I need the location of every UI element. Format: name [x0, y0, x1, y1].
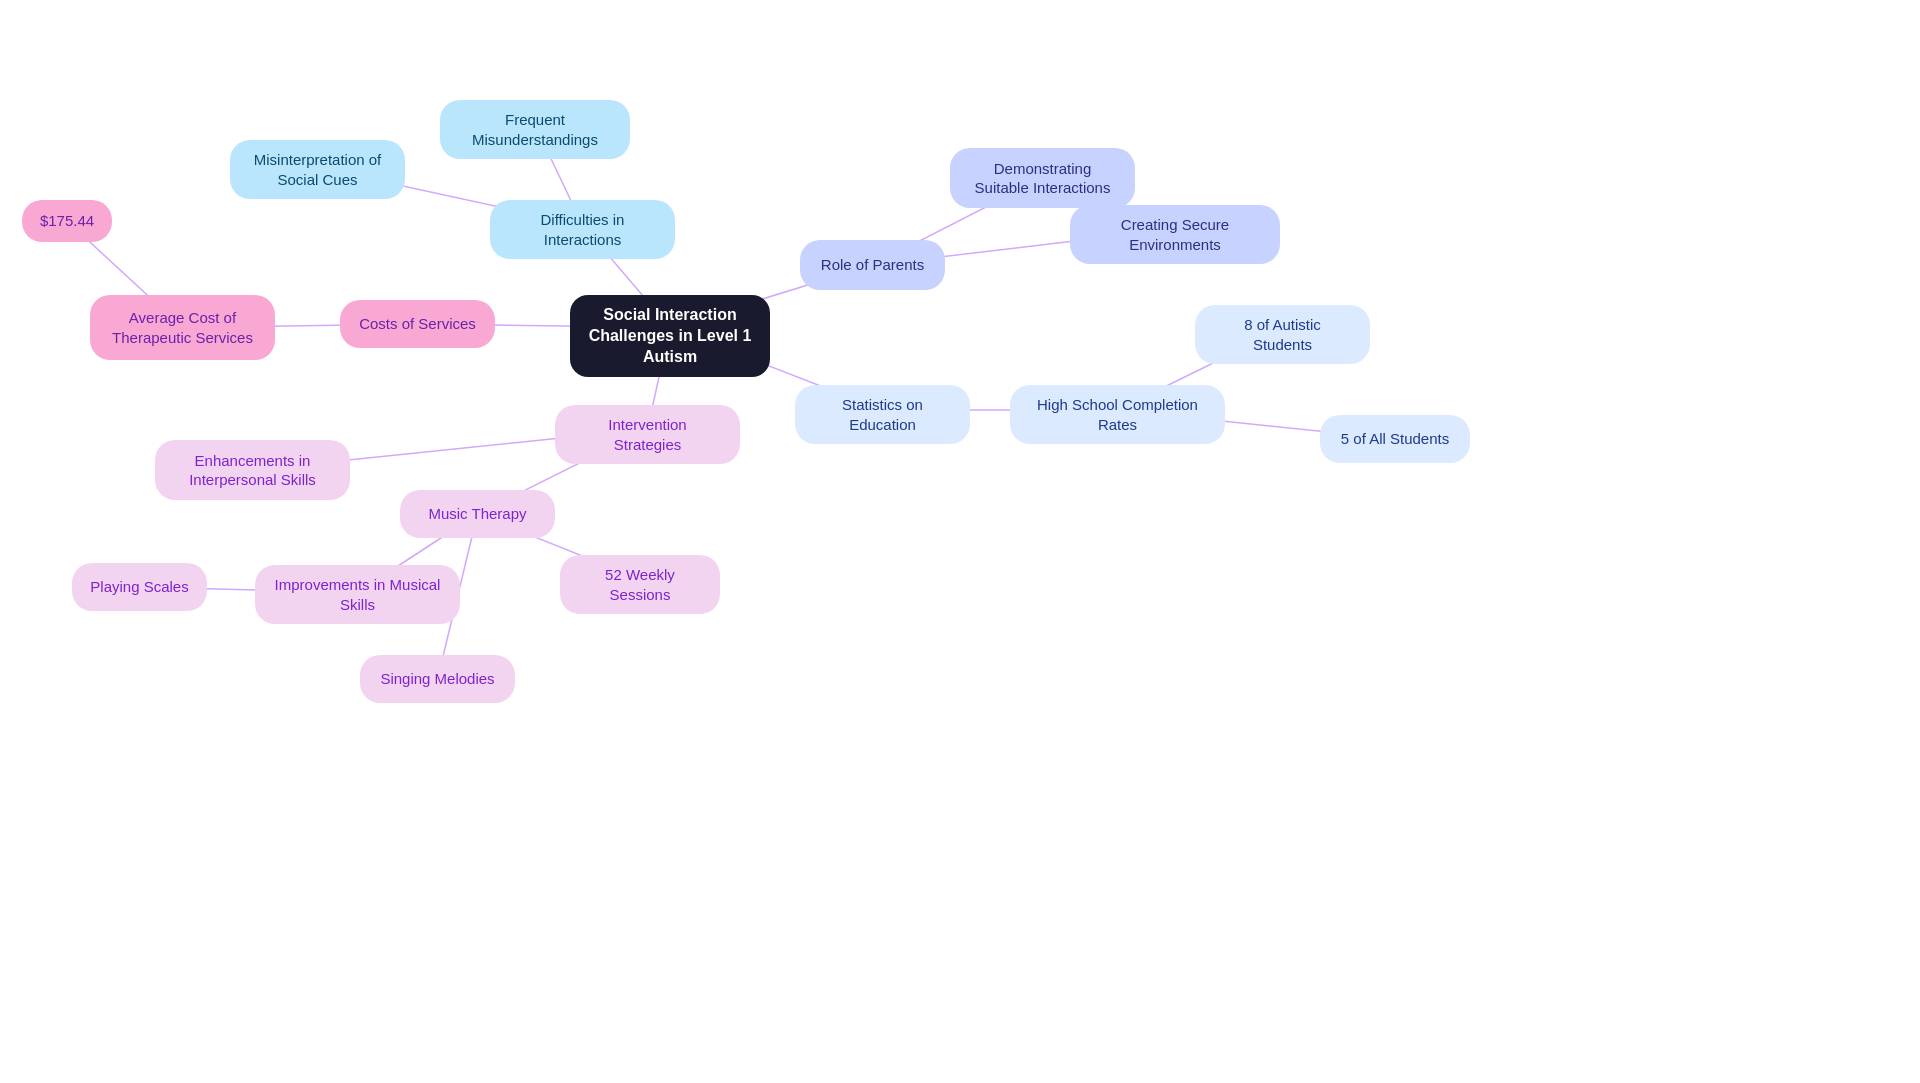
- node-music_therapy: Music Therapy: [400, 490, 555, 538]
- node-costs_services: Costs of Services: [340, 300, 495, 348]
- node-singing: Singing Melodies: [360, 655, 515, 703]
- node-stats_edu: Statistics on Education: [795, 385, 970, 444]
- node-misunderstandings: Frequent Misunderstandings: [440, 100, 630, 159]
- node-difficulties: Difficulties in Interactions: [490, 200, 675, 259]
- center-node: Social Interaction Challenges in Level 1…: [570, 295, 770, 377]
- node-hs_completion: High School Completion Rates: [1010, 385, 1225, 444]
- node-avg_cost: Average Cost of Therapeutic Services: [90, 295, 275, 360]
- node-secure_env: Creating Secure Environments: [1070, 205, 1280, 264]
- node-intervention: Intervention Strategies: [555, 405, 740, 464]
- node-autistic_students: 8 of Autistic Students: [1195, 305, 1370, 364]
- node-playing_scales: Playing Scales: [72, 563, 207, 611]
- node-all_students: 5 of All Students: [1320, 415, 1470, 463]
- node-misinterpretation: Misinterpretation of Social Cues: [230, 140, 405, 199]
- node-demonstrating: Demonstrating Suitable Interactions: [950, 148, 1135, 208]
- node-enhancements: Enhancements in Interpersonal Skills: [155, 440, 350, 500]
- node-improvements: Improvements in Musical Skills: [255, 565, 460, 624]
- node-dollar: $175.44: [22, 200, 112, 242]
- node-weekly_sessions: 52 Weekly Sessions: [560, 555, 720, 614]
- node-role_parents: Role of Parents: [800, 240, 945, 290]
- mindmap-container: Social Interaction Challenges in Level 1…: [0, 0, 1920, 1083]
